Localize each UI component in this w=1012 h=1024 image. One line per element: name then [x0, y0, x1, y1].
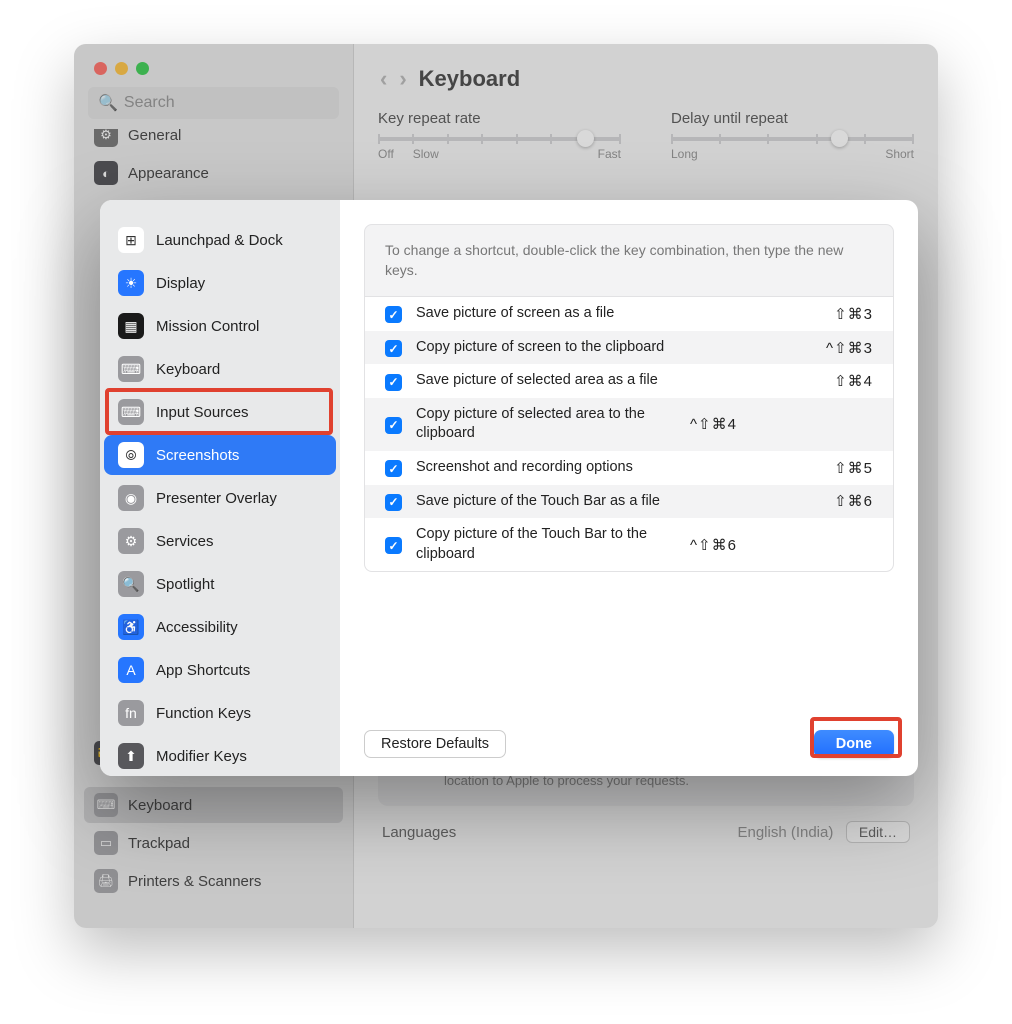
checkbox-icon[interactable]: ✓ — [385, 306, 402, 323]
shortcut-row[interactable]: ✓ Copy picture of screen to the clipboard… — [365, 331, 893, 365]
sheet-sidebar-item-app-shortcuts[interactable]: A App Shortcuts — [104, 650, 336, 690]
presenter-overlay-icon: ◉ — [118, 485, 144, 511]
delay-slider[interactable]: Delay until repeat Long Short — [671, 110, 914, 161]
shortcut-label: Copy picture of the Touch Bar to the cli… — [416, 525, 676, 564]
sheet-sidebar-label: Launchpad & Dock — [156, 232, 283, 249]
search-icon: 🔍 — [98, 93, 118, 113]
shortcut-keys: ^⇧⌘3 — [826, 339, 873, 357]
shortcut-keys: ^⇧⌘6 — [690, 536, 737, 554]
sheet-sidebar-label: Spotlight — [156, 576, 214, 593]
sheet-sidebar-item-input-sources[interactable]: ⌨ Input Sources — [104, 392, 336, 432]
sidebar-item-keyboard[interactable]: ⌨ Keyboard — [84, 787, 343, 823]
sheet-sidebar-item-services[interactable]: ⚙ Services — [104, 521, 336, 561]
sheet-sidebar-item-presenter-overlay[interactable]: ◉ Presenter Overlay — [104, 478, 336, 518]
shortcut-row[interactable]: ✓ Save picture of the Touch Bar as a file… — [365, 485, 893, 519]
spotlight-icon: 🔍 — [118, 571, 144, 597]
shortcut-keys: ⇧⌘6 — [834, 492, 873, 510]
sheet-sidebar-label: App Shortcuts — [156, 662, 250, 679]
printer-icon: 🖨 — [94, 869, 118, 893]
maximize-icon[interactable] — [136, 62, 149, 75]
checkbox-icon[interactable]: ✓ — [385, 417, 402, 434]
shortcut-row[interactable]: ✓ Save picture of screen as a file ⇧⌘3 — [365, 297, 893, 331]
accessibility-icon: ♿ — [118, 614, 144, 640]
services-icon: ⚙ — [118, 528, 144, 554]
search-placeholder: Search — [124, 94, 175, 112]
sheet-sidebar-label: Keyboard — [156, 361, 220, 378]
languages-row: Languages English (India) Edit… — [378, 824, 914, 841]
sheet-sidebar-label: Accessibility — [156, 619, 238, 636]
display-icon: ☀ — [118, 270, 144, 296]
sidebar-item-general[interactable]: ⚙ General — [84, 129, 343, 153]
sheet-sidebar-label: Display — [156, 275, 205, 292]
sidebar-item-appearance[interactable]: ◐ Appearance — [84, 155, 343, 191]
input-sources-icon: ⌨ — [118, 399, 144, 425]
checkbox-icon[interactable]: ✓ — [385, 340, 402, 357]
sidebar-item-printers[interactable]: 🖨 Printers & Scanners — [84, 863, 343, 899]
sheet-sidebar-item-spotlight[interactable]: 🔍 Spotlight — [104, 564, 336, 604]
search-input[interactable]: 🔍 Search — [88, 87, 339, 119]
minimize-icon[interactable] — [115, 62, 128, 75]
sheet-sidebar-item-function-keys[interactable]: fn Function Keys — [104, 693, 336, 733]
shortcut-label: Copy picture of screen to the clipboard — [416, 338, 812, 358]
shortcut-keys: ⇧⌘3 — [834, 305, 873, 323]
gear-icon: ⚙ — [94, 129, 118, 147]
checkbox-icon[interactable]: ✓ — [385, 460, 402, 477]
function-keys-icon: fn — [118, 700, 144, 726]
keyboard-shortcuts-sheet: ⊞ Launchpad & Dock ☀ Display ▦ Mission Contro… — [100, 200, 918, 776]
page-title: Keyboard — [419, 66, 520, 92]
keyboard-icon: ⌨ — [118, 356, 144, 382]
sheet-sidebar-label: Modifier Keys — [156, 748, 247, 765]
sheet-sidebar-item-modifier-keys[interactable]: ⬆ Modifier Keys — [104, 736, 336, 776]
shortcut-keys: ^⇧⌘4 — [690, 415, 737, 433]
forward-icon[interactable]: › — [399, 66, 406, 92]
sheet-sidebar-label: Function Keys — [156, 705, 251, 722]
shortcut-row[interactable]: ✓ Copy picture of the Touch Bar to the cl… — [365, 518, 893, 571]
app-shortcuts-icon: A — [118, 657, 144, 683]
checkbox-icon[interactable]: ✓ — [385, 494, 402, 511]
window-controls — [74, 44, 353, 87]
sheet-sidebar-item-display[interactable]: ☀ Display — [104, 263, 336, 303]
sheet-sidebar-item-screenshots[interactable]: ⦾ Screenshots — [104, 435, 336, 475]
shortcut-label: Screenshot and recording options — [416, 458, 820, 478]
appearance-icon: ◐ — [94, 161, 118, 185]
sheet-sidebar-label: Screenshots — [156, 447, 239, 464]
shortcut-label: Save picture of selected area as a file — [416, 371, 820, 391]
restore-defaults-button[interactable]: Restore Defaults — [364, 730, 506, 758]
header: ‹ › Keyboard — [354, 44, 938, 104]
shortcut-label: Copy picture of selected area to the cli… — [416, 405, 676, 444]
edit-languages-button[interactable]: Edit… — [846, 821, 910, 843]
sheet-sidebar-item-accessibility[interactable]: ♿ Accessibility — [104, 607, 336, 647]
sheet-sidebar-label: Presenter Overlay — [156, 490, 277, 507]
shortcut-row[interactable]: ✓ Copy picture of selected area to the cl… — [365, 398, 893, 451]
checkbox-icon[interactable]: ✓ — [385, 537, 402, 554]
sheet-sidebar-label: Services — [156, 533, 214, 550]
close-icon[interactable] — [94, 62, 107, 75]
sheet-sidebar: ⊞ Launchpad & Dock ☀ Display ▦ Mission Contro… — [100, 200, 340, 776]
shortcut-keys: ⇧⌘5 — [834, 459, 873, 477]
trackpad-icon: ▭ — [94, 831, 118, 855]
shortcut-row[interactable]: ✓ Screenshot and recording options ⇧⌘5 — [365, 451, 893, 485]
sheet-sidebar-item-mission-control[interactable]: ▦ Mission Control — [104, 306, 336, 346]
done-button[interactable]: Done — [814, 730, 894, 758]
shortcut-keys: ⇧⌘4 — [834, 372, 873, 390]
sidebar-item-trackpad[interactable]: ▭ Trackpad — [84, 825, 343, 861]
back-icon[interactable]: ‹ — [380, 66, 387, 92]
mission-control-icon: ▦ — [118, 313, 144, 339]
screenshots-icon: ⦾ — [118, 442, 144, 468]
launchpad-dock-icon: ⊞ — [118, 227, 144, 253]
sheet-sidebar-item-keyboard[interactable]: ⌨ Keyboard — [104, 349, 336, 389]
sheet-content: To change a shortcut, double-click the k… — [340, 200, 918, 776]
instruction-text: To change a shortcut, double-click the k… — [364, 224, 894, 297]
shortcut-label: Save picture of the Touch Bar as a file — [416, 492, 820, 512]
shortcut-label: Save picture of screen as a file — [416, 304, 820, 324]
keyboard-icon: ⌨ — [94, 793, 118, 817]
sheet-sidebar-label: Input Sources — [156, 404, 249, 421]
checkbox-icon[interactable]: ✓ — [385, 374, 402, 391]
sheet-sidebar-item-launchpad-dock[interactable]: ⊞ Launchpad & Dock — [104, 220, 336, 260]
shortcut-row[interactable]: ✓ Save picture of selected area as a file… — [365, 364, 893, 398]
key-repeat-slider[interactable]: Key repeat rate Off Slow Fast — [378, 110, 621, 161]
modifier-keys-icon: ⬆ — [118, 743, 144, 769]
sheet-sidebar-label: Mission Control — [156, 318, 259, 335]
shortcut-list: ✓ Save picture of screen as a file ⇧⌘3 ✓ Cop… — [364, 297, 894, 572]
